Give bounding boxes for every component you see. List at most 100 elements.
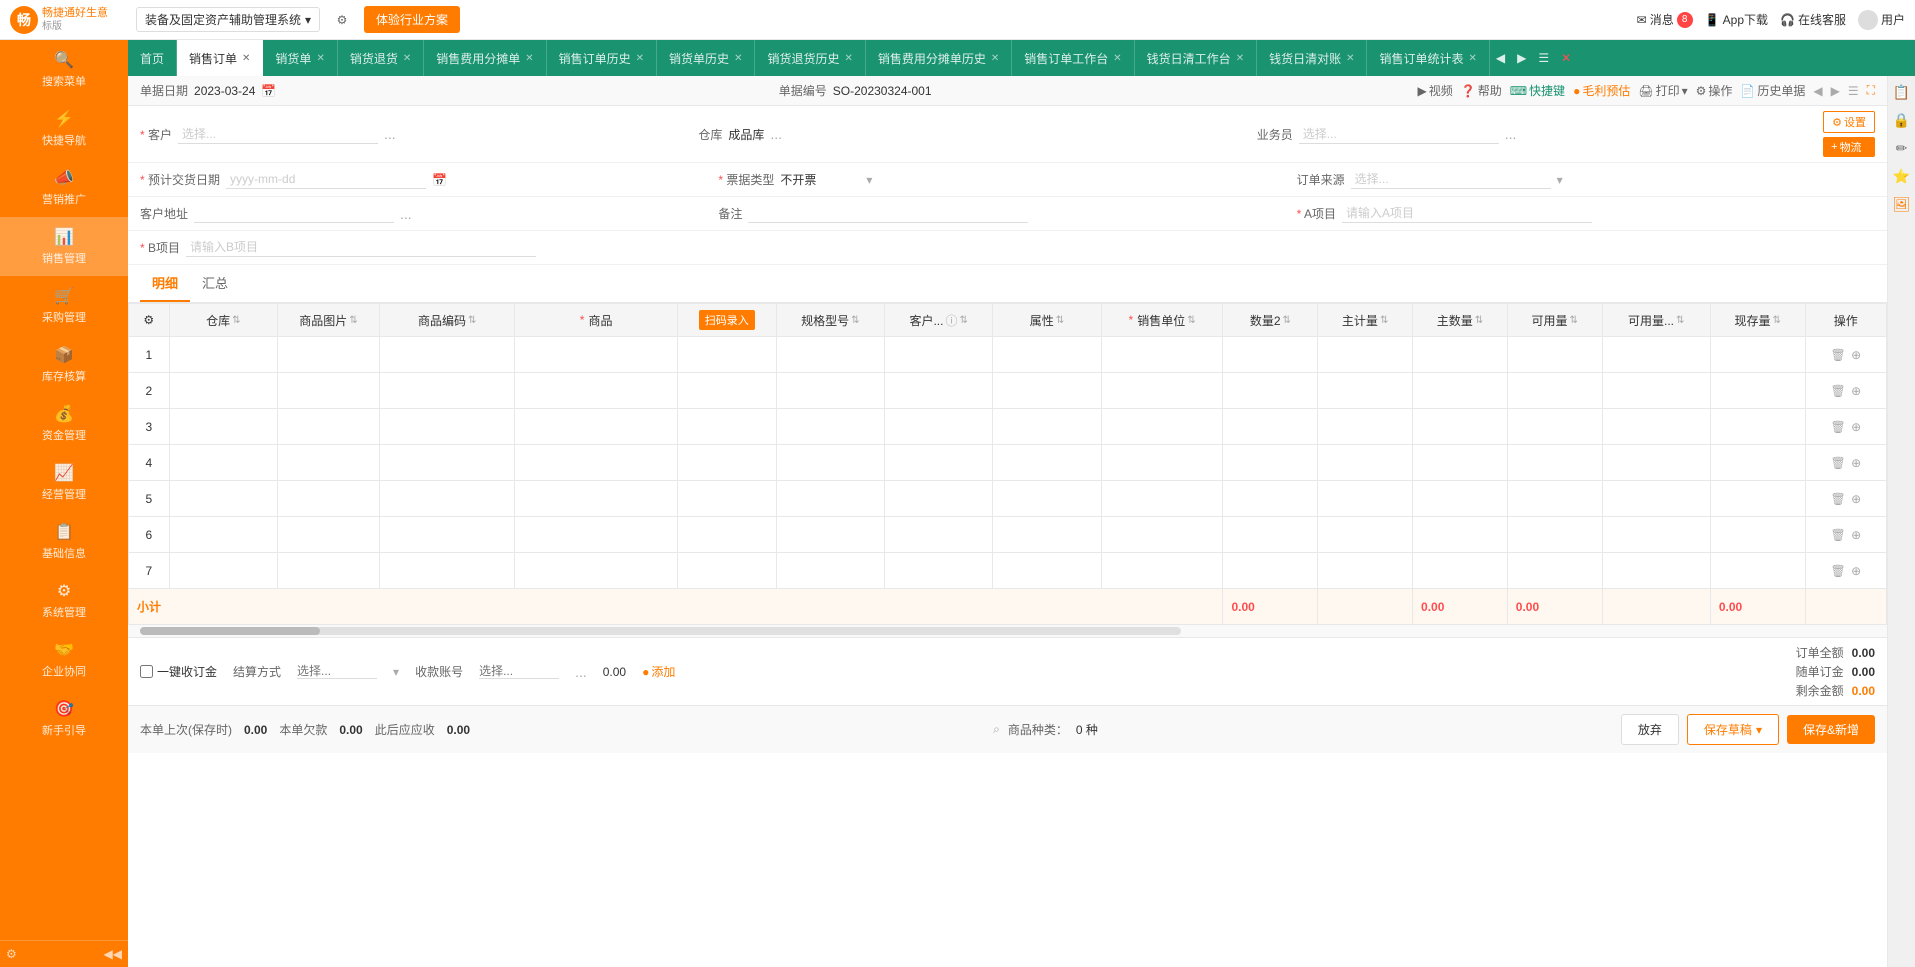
order-source-input[interactable]: [1351, 170, 1551, 189]
save-draft-button[interactable]: 保存草稿 ▾: [1687, 714, 1779, 745]
solution-button[interactable]: 体验行业方案: [364, 6, 460, 33]
th-customer-code[interactable]: 客户...ⓘ⇅: [885, 304, 993, 337]
close-icon[interactable]: ✕: [991, 53, 999, 64]
b-project-input[interactable]: [186, 238, 536, 257]
row-qty2[interactable]: [1223, 337, 1318, 373]
close-icon[interactable]: ✕: [844, 53, 852, 64]
row-main-unit[interactable]: [1318, 337, 1413, 373]
copy-row-btn[interactable]: ⊕: [1851, 528, 1861, 542]
a-project-input[interactable]: [1342, 204, 1592, 223]
salesman-input[interactable]: [1299, 125, 1499, 144]
copy-row-btn[interactable]: ⊕: [1851, 492, 1861, 506]
delete-row-btn[interactable]: 🗑: [1830, 456, 1845, 470]
row-spec[interactable]: [776, 337, 884, 373]
close-icon[interactable]: ✕: [242, 53, 250, 64]
sidebar-item-enterprise[interactable]: 🤝 企业协同: [0, 630, 128, 689]
row-stock[interactable]: [1710, 337, 1805, 373]
close-icon[interactable]: ✕: [1346, 53, 1354, 64]
th-main-qty[interactable]: 主数量⇅: [1413, 304, 1508, 337]
row-customer-code[interactable]: [885, 337, 993, 373]
tab-sales-order[interactable]: 销售订单 ✕: [177, 40, 263, 76]
save-new-button[interactable]: 保存&新增: [1787, 715, 1875, 744]
copy-row-btn[interactable]: ⊕: [1851, 348, 1861, 362]
user-item[interactable]: 用户: [1858, 10, 1905, 30]
th-qty2[interactable]: 数量2⇅: [1223, 304, 1318, 337]
sidebar-item-purchase[interactable]: 🛒 采购管理: [0, 276, 128, 335]
tab-daily-workbench[interactable]: 钱货日清工作台 ✕: [1135, 40, 1257, 76]
discard-button[interactable]: 放弃: [1621, 714, 1679, 745]
tab-home[interactable]: 首页: [128, 40, 177, 76]
tab-next-btn[interactable]: ▶: [1511, 40, 1532, 76]
customer-expand-btn[interactable]: ...: [384, 126, 396, 142]
tab-detail[interactable]: 明细: [140, 265, 190, 302]
tab-sales-return[interactable]: 销货退货 ✕: [338, 40, 424, 76]
system-selector[interactable]: 装备及固定资产辅助管理系统 ▾: [136, 7, 320, 32]
message-item[interactable]: ✉ 消息 8: [1637, 11, 1693, 28]
sidebar-item-search[interactable]: 🔍 搜索菜单: [0, 40, 128, 99]
calendar-icon[interactable]: 📅: [432, 173, 447, 187]
settings-side-btn[interactable]: ⚙ 放弃 设置: [1823, 111, 1875, 133]
one-click-checkout-checkbox[interactable]: [140, 665, 153, 678]
delivery-date-input[interactable]: [226, 170, 426, 189]
th-unit[interactable]: *销售单位⇅: [1101, 304, 1223, 337]
copy-row-btn[interactable]: ⊕: [1851, 420, 1861, 434]
th-stock[interactable]: 现存量⇅: [1710, 304, 1805, 337]
tab-sales-slip-history[interactable]: 销货单历史 ✕: [657, 40, 755, 76]
close-icon[interactable]: ✕: [403, 53, 411, 64]
help-btn[interactable]: ❓ 帮助: [1461, 82, 1502, 99]
row-image[interactable]: [277, 337, 379, 373]
one-click-checkout-checkbox-label[interactable]: 一键收订金: [140, 663, 217, 680]
th-product[interactable]: *商品: [515, 304, 677, 337]
sidebar-item-operations[interactable]: 📈 经营管理: [0, 453, 128, 512]
delete-row-btn[interactable]: 🗑: [1830, 564, 1845, 578]
sidebar-item-marketing[interactable]: 📣 营销推广: [0, 158, 128, 217]
print-btn[interactable]: 🖨 打印 ▾: [1638, 82, 1687, 99]
tab-prev-btn[interactable]: ◀: [1490, 40, 1511, 76]
tab-close-all-btn[interactable]: ✕: [1555, 40, 1577, 76]
close-icon[interactable]: ✕: [636, 53, 644, 64]
tab-sales-stats[interactable]: 销售订单统计表 ✕: [1367, 40, 1489, 76]
warehouse-expand-btn[interactable]: ...: [770, 126, 782, 142]
row-main-qty[interactable]: [1413, 337, 1508, 373]
tab-daily-reconcile[interactable]: 钱货日清对账 ✕: [1257, 40, 1367, 76]
customer-address-input[interactable]: [194, 204, 394, 223]
copy-row-btn[interactable]: ⊕: [1851, 564, 1861, 578]
copy-row-btn[interactable]: ⊕: [1851, 384, 1861, 398]
copy-row-btn[interactable]: ⊕: [1851, 456, 1861, 470]
tab-menu-btn[interactable]: ☰: [1532, 40, 1555, 76]
sidebar-item-system[interactable]: ⚙ 系统管理: [0, 571, 128, 630]
th-settings[interactable]: ⚙: [129, 304, 170, 337]
sidebar-item-finance[interactable]: 💰 资金管理: [0, 394, 128, 453]
chevron-down-icon[interactable]: ▾: [1756, 723, 1762, 737]
chevron-down-icon[interactable]: ▾: [866, 173, 872, 187]
settlement-input[interactable]: [297, 664, 377, 679]
receipt-expand-btn[interactable]: ...: [575, 664, 587, 680]
history-btn[interactable]: 📄 历史单据: [1740, 82, 1805, 99]
sidebar-item-sales[interactable]: 📊 销售管理: [0, 217, 128, 276]
delete-row-btn[interactable]: 🗑: [1830, 528, 1845, 542]
operations-btn[interactable]: ⚙ 操作: [1696, 82, 1733, 99]
fullscreen-icon[interactable]: ⛶: [1867, 83, 1875, 98]
close-icon[interactable]: ✕: [1469, 53, 1477, 64]
delete-row-btn[interactable]: 🗑: [1830, 420, 1845, 434]
add-payment-btn[interactable]: ● 添加: [642, 663, 675, 680]
delete-row-btn[interactable]: 🗑: [1830, 384, 1845, 398]
sidebar-collapse-btn[interactable]: ◀◀: [104, 947, 122, 961]
close-icon[interactable]: ✕: [525, 53, 533, 64]
row-available2[interactable]: [1602, 337, 1710, 373]
online-support-item[interactable]: 🎧 在线客服: [1780, 11, 1846, 28]
remark-input[interactable]: [748, 204, 1028, 223]
address-expand-btn[interactable]: ...: [400, 206, 412, 222]
app-download-item[interactable]: 📱 App下载: [1705, 11, 1768, 28]
delete-row-btn[interactable]: 🗑: [1830, 492, 1845, 506]
tab-sales-return-history[interactable]: 销货退货历史 ✕: [755, 40, 865, 76]
th-scan[interactable]: 扫码录入: [677, 304, 776, 337]
right-panel-btn-2[interactable]: 🔒: [1890, 108, 1914, 132]
nav-prev-icon[interactable]: ◀: [1813, 84, 1822, 98]
tab-sales-order-history[interactable]: 销售订单历史 ✕: [547, 40, 657, 76]
close-icon[interactable]: ✕: [316, 53, 324, 64]
row-available[interactable]: [1507, 337, 1602, 373]
salesman-expand-btn[interactable]: ...: [1505, 126, 1517, 142]
th-warehouse[interactable]: 仓库⇅: [169, 304, 277, 337]
settlement-chevron[interactable]: ▾: [393, 665, 399, 679]
